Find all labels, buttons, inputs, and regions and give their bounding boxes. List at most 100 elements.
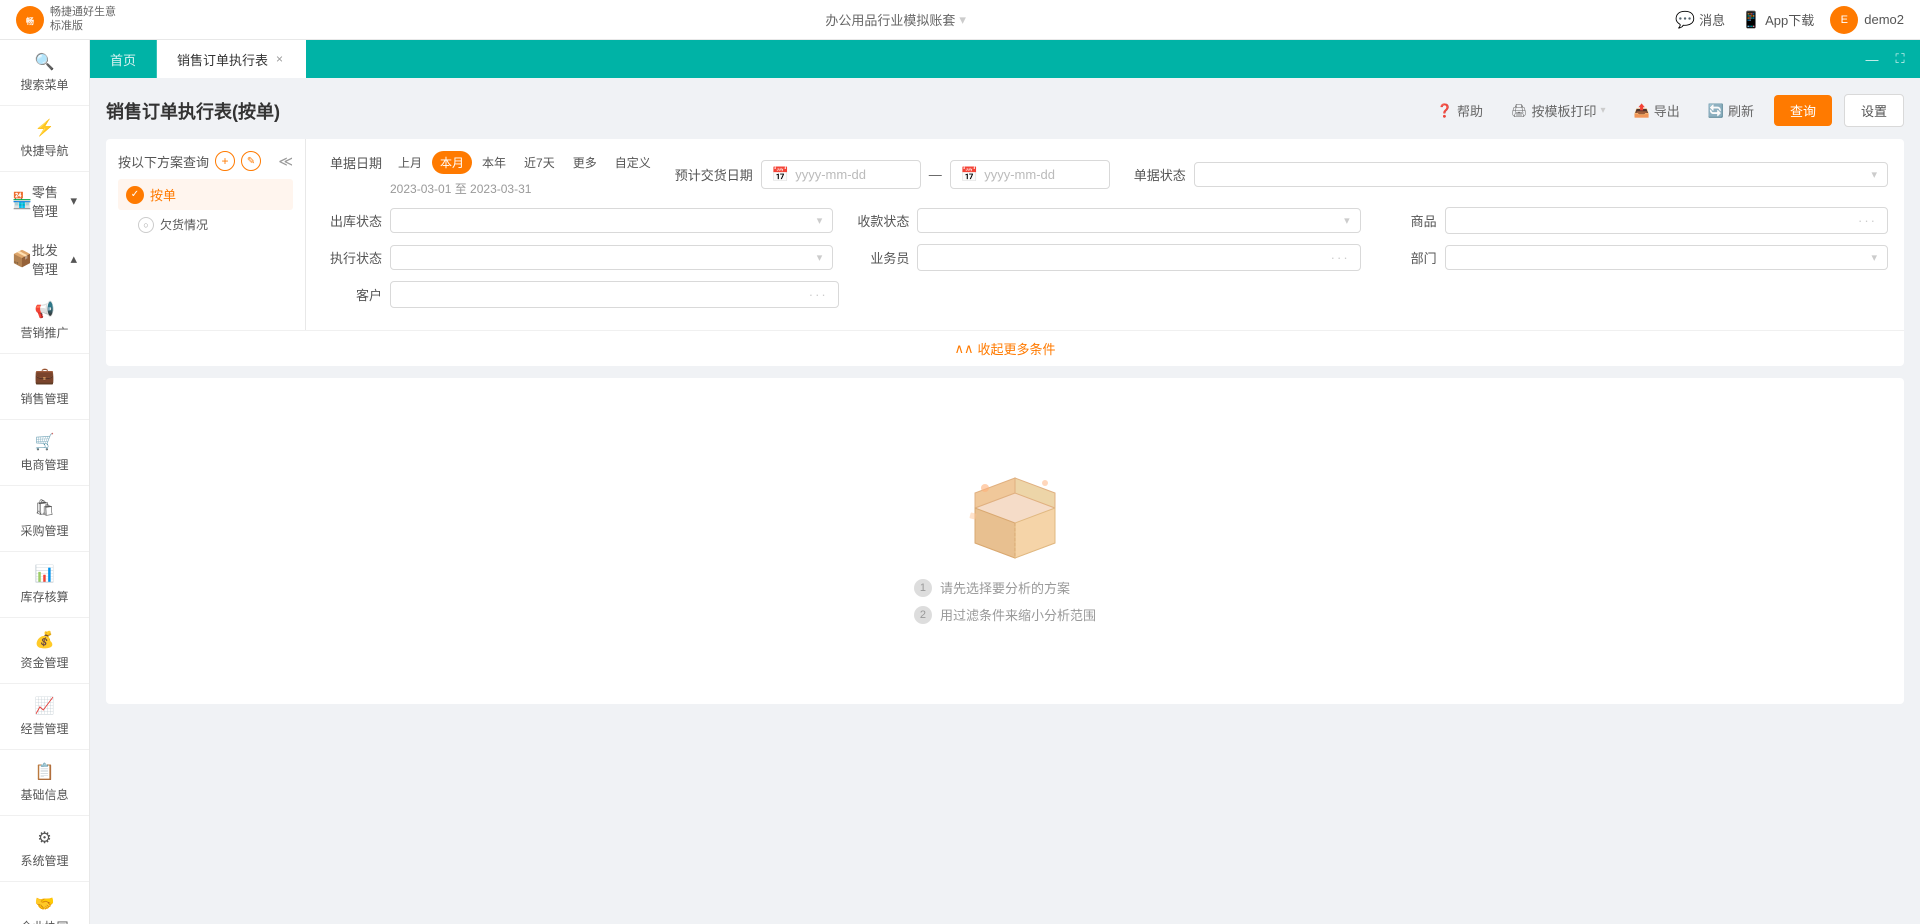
expected-delivery-label: 预计交货日期 (675, 165, 753, 184)
app-download-label: App下载 (1765, 10, 1814, 29)
logo-area: 畅 畅捷通好生意 标准版 (16, 6, 116, 34)
filter-item-expected-delivery: 预计交货日期 📅 yyyy-mm-dd — 📅 (675, 160, 1110, 189)
delivery-status-select[interactable]: ▾ (390, 208, 833, 233)
date-tab-custom[interactable]: 自定义 (607, 151, 659, 174)
system-icon: ⚙ (37, 828, 51, 848)
department-select[interactable]: ▾ (1445, 245, 1888, 270)
basic-icon: 📋 (35, 762, 55, 782)
right-panel: 首页 销售订单执行表 × — ⛶ 销售订单执行表(按单) (90, 40, 1920, 924)
product-control: ··· (1445, 207, 1888, 234)
app-download-icon: 📱 (1741, 10, 1761, 30)
logo-icon: 畅 (16, 6, 44, 34)
header-center[interactable]: 办公用品行业模拟账套 ▾ (825, 10, 966, 29)
payment-status-arrow-icon: ▾ (1344, 214, 1350, 227)
exec-status-select[interactable]: ▾ (390, 245, 833, 270)
date-tab-current-year[interactable]: 本年 (474, 151, 514, 174)
step-2-number: 2 (914, 606, 932, 624)
sidebar-item-inventory[interactable]: 📊 库存核算 (0, 552, 89, 618)
sidebar-item-finance[interactable]: 💰 资金管理 (0, 618, 89, 684)
payment-status-control: ▾ (917, 208, 1360, 233)
sidebar-item-retail[interactable]: 🏪 零售管理 ▾ (0, 172, 89, 230)
user-name: demo2 (1864, 12, 1904, 27)
collapse-arrow-icon: ∧∧ (954, 341, 973, 357)
product-more-icon: ··· (1858, 213, 1877, 228)
collapse-conditions-button[interactable]: ∧∧ 收起更多条件 (954, 339, 1055, 358)
date-tab-current-month[interactable]: 本月 (432, 151, 472, 174)
filter-item-customer: 客户 ··· (322, 281, 839, 308)
expected-delivery-start[interactable]: 📅 yyyy-mm-dd (761, 160, 921, 189)
inventory-icon: 📊 (35, 564, 55, 584)
salesperson-control: ··· (917, 244, 1360, 271)
query-button[interactable]: 查询 (1774, 95, 1832, 126)
expected-delivery-end[interactable]: 📅 yyyy-mm-dd (950, 160, 1110, 189)
date-tabs: 上月 本月 本年 近7天 更多 自定义 (390, 151, 659, 174)
date-tab-more[interactable]: 更多 (565, 151, 605, 174)
add-scheme-button[interactable]: + (215, 151, 235, 171)
sidebar-item-search[interactable]: 🔍 搜索菜单 (0, 40, 89, 106)
sidebar-item-marketing[interactable]: 📢 营销推广 (0, 288, 89, 354)
scheme-item-按单[interactable]: ✓ 按单 (118, 179, 293, 210)
calendar-start-icon: 📅 (772, 166, 789, 183)
minimize-tab-button[interactable]: — (1860, 47, 1884, 71)
sidebar-item-label: 系统管理 (20, 852, 68, 869)
maximize-icon: ⛶ (1895, 51, 1904, 67)
sidebar-item-sales[interactable]: 💼 销售管理 (0, 354, 89, 420)
marketing-icon: 📢 (35, 300, 55, 320)
print-button[interactable]: 🖨 按模板打印 ▾ (1503, 97, 1614, 124)
app-download-action[interactable]: 📱 App下载 (1741, 10, 1814, 30)
sidebar-item-label: 经营管理 (20, 720, 68, 737)
sidebar-item-quick-nav[interactable]: ⚡ 快捷导航 (0, 106, 89, 172)
export-button[interactable]: 📤 导出 (1626, 97, 1688, 124)
refresh-button[interactable]: 🔄 刷新 (1700, 97, 1762, 124)
sidebar-item-basic[interactable]: 📋 基础信息 (0, 750, 89, 816)
tab-sales-order[interactable]: 销售订单执行表 × (157, 40, 306, 78)
product-select[interactable]: ··· (1445, 207, 1888, 234)
empty-step-2: 2 用过滤条件来缩小分析范围 (914, 605, 1096, 624)
scheme-item-欠货情况[interactable]: ○ 欠货情况 (118, 210, 293, 239)
date-tab-last-month[interactable]: 上月 (390, 151, 430, 174)
print-icon: 🖨 (1511, 103, 1528, 119)
sidebar-item-wholesale[interactable]: 📦 批发管理 ▴ (0, 230, 89, 288)
order-status-select[interactable]: ▾ (1194, 162, 1888, 187)
date-tab-7days[interactable]: 近7天 (516, 151, 563, 174)
message-action[interactable]: 💬 消息 (1675, 10, 1725, 30)
help-button[interactable]: ❓ 帮助 (1429, 97, 1491, 124)
filter-row-3: 执行状态 ▾ 业务员 (322, 244, 1888, 271)
customer-control: ··· (390, 281, 839, 308)
salesperson-label: 业务员 (849, 248, 909, 267)
top-header: 畅 畅捷通好生意 标准版 办公用品行业模拟账套 ▾ 💬 消息 📱 App下载 E… (0, 0, 1920, 40)
sidebar-item-operations[interactable]: 📈 经营管理 (0, 684, 89, 750)
sidebar-item-label: 企业协同 (20, 918, 68, 924)
settings-button[interactable]: 设置 (1844, 94, 1904, 127)
order-status-label: 单据状态 (1126, 165, 1186, 184)
industry-arrow-icon[interactable]: ▾ (959, 12, 966, 28)
customer-select[interactable]: ··· (390, 281, 839, 308)
sidebar-item-purchase[interactable]: 🛍 采购管理 (0, 486, 89, 552)
industry-label: 办公用品行业模拟账套 (825, 10, 955, 29)
payment-status-select[interactable]: ▾ (917, 208, 1360, 233)
sidebar-item-enterprise[interactable]: 🤝 企业协同 (0, 882, 89, 924)
sidebar-item-label: 快捷导航 (20, 142, 68, 159)
scheme-header-label: 按以下方案查询 (118, 152, 209, 171)
filter-item-exec-status: 执行状态 ▾ (322, 245, 833, 270)
sidebar-item-label: 电商管理 (20, 456, 68, 473)
sidebar-item-label: 批发管理 (32, 240, 71, 278)
edit-scheme-button[interactable]: ✎ (241, 151, 261, 171)
filter-item-order-status: 单据状态 ▾ (1126, 162, 1888, 187)
page-actions: ❓ 帮助 🖨 按模板打印 ▾ 📤 导出 🔄 (1429, 94, 1904, 127)
salesperson-select[interactable]: ··· (917, 244, 1360, 271)
customer-label: 客户 (322, 285, 382, 304)
sidebar-item-system[interactable]: ⚙ 系统管理 (0, 816, 89, 882)
delivery-status-label: 出库状态 (322, 211, 382, 230)
tab-close-icon[interactable]: × (274, 51, 285, 67)
collapse-scheme-button[interactable]: ≪ (278, 153, 293, 170)
sidebar-item-label: 库存核算 (20, 588, 68, 605)
date-placeholder-end: yyyy-mm-dd (984, 167, 1055, 182)
user-area[interactable]: E demo2 (1830, 6, 1904, 34)
nav-tabs-actions: — ⛶ (1860, 40, 1920, 78)
maximize-tab-button[interactable]: ⛶ (1888, 47, 1912, 71)
sidebar-item-label: 零售管理 (32, 182, 71, 220)
tab-home[interactable]: 首页 (90, 40, 157, 78)
retail-icon: 🏪 (12, 191, 32, 211)
sidebar-item-ecommerce[interactable]: 🛒 电商管理 (0, 420, 89, 486)
